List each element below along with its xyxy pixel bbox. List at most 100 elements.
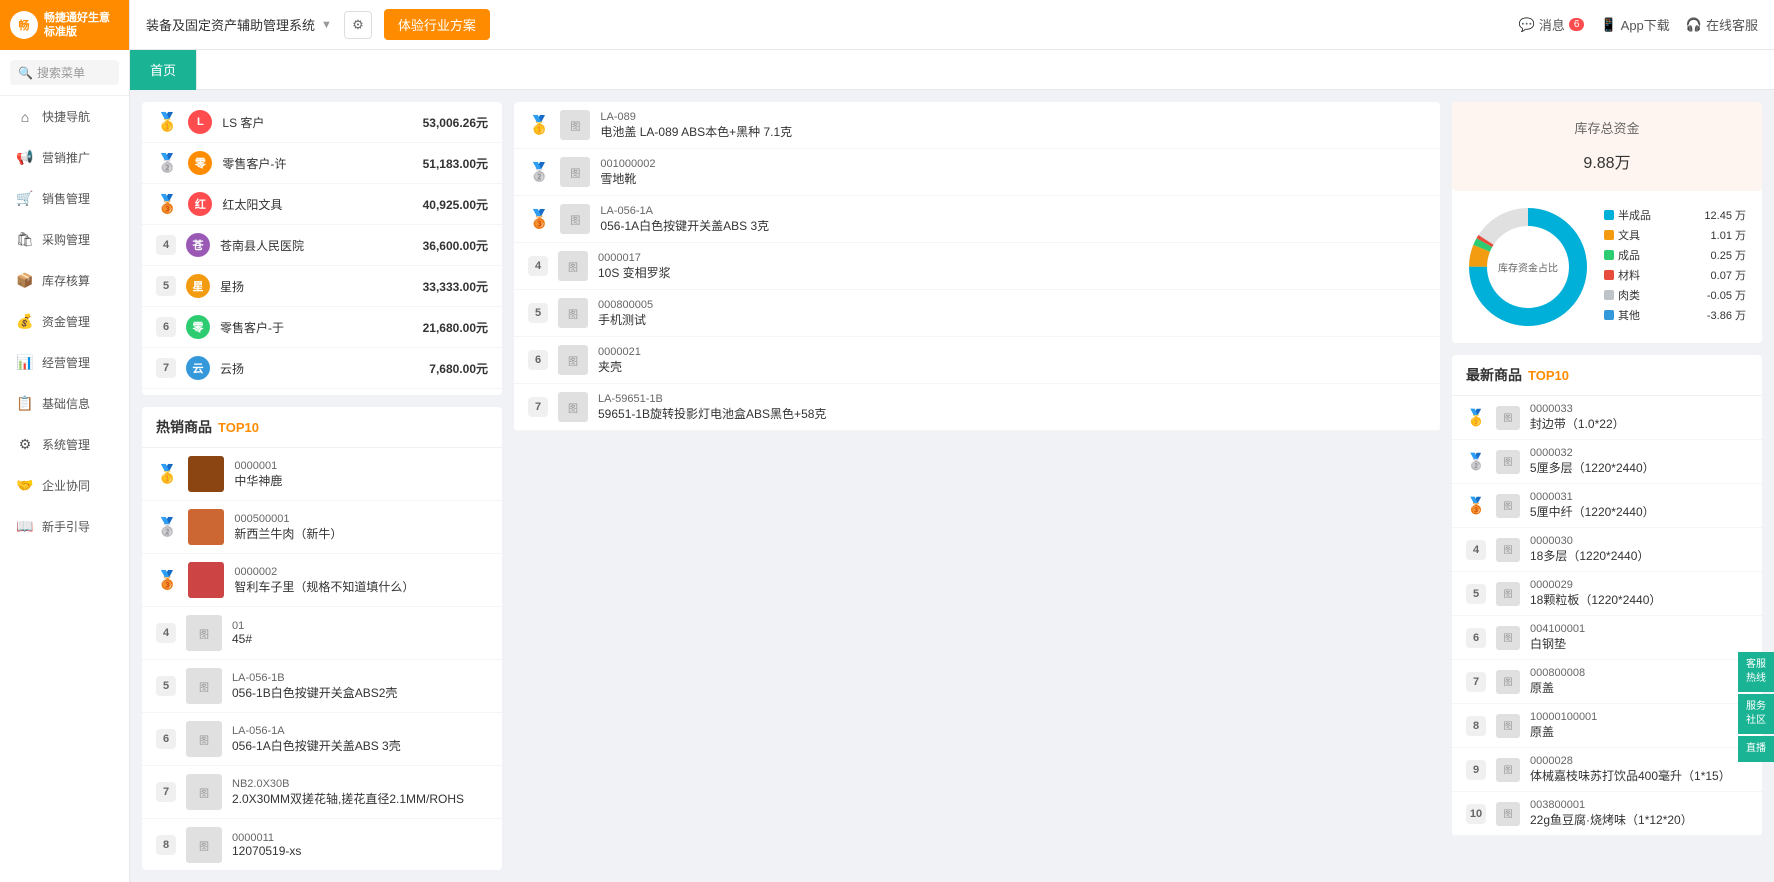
hot-products-title: 热销商品 TOP10	[156, 417, 259, 437]
product-code: 001000002	[600, 158, 1426, 170]
product-name: 夹壳	[598, 358, 1426, 375]
float-service-button[interactable]: 服务社区	[1738, 694, 1774, 734]
legend-left: 文具	[1604, 227, 1640, 243]
new-product-item: 4 图 0000030 18多层（1220*2440）	[1452, 528, 1762, 572]
hot-product-code: 0000001	[234, 460, 282, 472]
legend-label: 其他	[1618, 307, 1640, 323]
sidebar-item-operations[interactable]: 📊 经营管理	[0, 342, 129, 383]
nav-label-sales: 销售管理	[42, 190, 90, 207]
float-service-button[interactable]: 客服热线	[1738, 652, 1774, 692]
new-product-image: 图	[1496, 626, 1520, 650]
product-name: 电池盖 LA-089 ABS本色+黑种 7.1克	[600, 123, 1426, 140]
float-service-button[interactable]: 直播	[1738, 736, 1774, 762]
legend-label: 成品	[1618, 247, 1640, 263]
inventory-title: 库存总资金	[1468, 118, 1746, 137]
hot-product-item: 5 图 LA-056-1B 056-1B白色按键开关盒ABS2壳	[142, 660, 502, 713]
sidebar-item-inventory[interactable]: 📦 库存核算	[0, 260, 129, 301]
new-product-code: 0000032	[1530, 447, 1748, 459]
new-product-info: 0000028 体械嘉枝味苏打饮品400毫升（1*15）	[1530, 755, 1748, 784]
app-download-button[interactable]: 📱 App下载	[1600, 15, 1669, 34]
sidebar-item-marketing[interactable]: 📢 营销推广	[0, 137, 129, 178]
legend-item: 其他 -3.86 万	[1604, 307, 1746, 323]
rank-number: 4	[156, 623, 176, 643]
hot-product-info: 0000011 12070519-xs	[232, 832, 301, 858]
sidebar-item-guide[interactable]: 📖 新手引导	[0, 506, 129, 547]
new-products-header: 最新商品 TOP10	[1452, 355, 1762, 396]
legend-left: 半成品	[1604, 207, 1651, 223]
nav-icon-purchase: 🛍	[16, 231, 34, 248]
hot-products-card: 热销商品 TOP10 🥇 0000001 中华神鹿 🥈 000500001 新西…	[142, 407, 502, 870]
nav-label-operations: 经营管理	[42, 354, 90, 371]
experience-button[interactable]: 体验行业方案	[384, 9, 490, 40]
sidebar-item-finance[interactable]: 💰 资金管理	[0, 301, 129, 342]
nav-label-finance: 资金管理	[42, 313, 90, 330]
new-product-name: 原盖	[1530, 723, 1748, 740]
product-image: 图	[558, 298, 588, 328]
new-product-info: 004100001 白钢垫	[1530, 623, 1748, 652]
nav-icon-guide: 📖	[16, 518, 34, 535]
customer-avatar: 苍	[186, 233, 210, 257]
product-info: 000800005 手机测试	[598, 299, 1426, 328]
nav-icon-cooperation: 🤝	[16, 477, 34, 494]
hot-product-image: 图	[186, 774, 222, 810]
product-info: LA-089 电池盖 LA-089 ABS本色+黑种 7.1克	[600, 111, 1426, 140]
online-service-button[interactable]: 🎧 在线客服	[1686, 15, 1758, 34]
hot-product-name: 056-1B白色按键开关盒ABS2壳	[232, 684, 397, 701]
legend-left: 其他	[1604, 307, 1640, 323]
new-product-info: 000800008 原盖	[1530, 667, 1748, 696]
legend-value: -0.05 万	[1707, 287, 1746, 303]
new-product-code: 004100001	[1530, 623, 1748, 635]
message-button[interactable]: 💬 消息 6	[1519, 15, 1585, 34]
hot-product-info: 0000002 智利车子里（规格不知道填什么）	[234, 566, 414, 595]
hot-product-item: 8 图 0000011 12070519-xs	[142, 819, 502, 870]
new-product-code: 0000029	[1530, 579, 1748, 591]
legend-value: -3.86 万	[1707, 307, 1746, 323]
hot-product-item: 6 图 LA-056-1A 056-1A白色按键开关盖ABS 3壳	[142, 713, 502, 766]
hot-products-list: 🥇 0000001 中华神鹿 🥈 000500001 新西兰牛肉（新牛） 🥉 0…	[142, 448, 502, 870]
product-image: 图	[558, 345, 588, 375]
hot-product-image: 图	[186, 721, 222, 757]
product-rank-item: 7 图 LA-59651-1B 59651-1B旋转投影灯电池盒ABS黑色+58…	[514, 384, 1440, 431]
new-product-image: 图	[1496, 802, 1520, 826]
inventory-value: 9.88万	[1468, 143, 1746, 175]
system-name: 装备及固定资产辅助管理系统 ▼	[146, 15, 332, 34]
rank-number: 7	[156, 358, 176, 378]
sidebar-item-cooperation[interactable]: 🤝 企业协同	[0, 465, 129, 506]
settings-button[interactable]: ⚙	[344, 11, 372, 39]
customer-value: 21,680.00元	[423, 319, 488, 336]
new-product-info: 0000033 封边带（1.0*22）	[1530, 403, 1748, 432]
legend-value: 0.25 万	[1711, 247, 1746, 263]
nav-label-basic-info: 基础信息	[42, 395, 90, 412]
sidebar-item-purchase[interactable]: 🛍 采购管理	[0, 219, 129, 260]
nav-label-system: 系统管理	[42, 436, 90, 453]
product-rank-item: 4 图 0000017 10S 变相罗浆	[514, 243, 1440, 290]
product-image: 图	[558, 392, 588, 422]
hot-product-name: 2.0X30MM双搓花轴,搓花直径2.1MM/ROHS	[232, 790, 464, 807]
sidebar-item-quick-nav[interactable]: ⌂ 快捷导航	[0, 96, 129, 137]
sidebar-search[interactable]: 🔍 搜索菜单	[0, 50, 129, 96]
legend-label: 肉类	[1618, 287, 1640, 303]
legend-dot	[1604, 230, 1614, 240]
hot-product-info: 000500001 新西兰牛肉（新牛）	[234, 513, 342, 542]
new-product-code: 003800001	[1530, 799, 1748, 811]
sidebar-item-sales[interactable]: 🛒 销售管理	[0, 178, 129, 219]
legend-value: 1.01 万	[1711, 227, 1746, 243]
top-header: 装备及固定资产辅助管理系统 ▼ ⚙ 体验行业方案 💬 消息 6 📱 App下载 …	[130, 0, 1774, 50]
product-code: LA-056-1A	[600, 205, 1426, 217]
sidebar-item-system[interactable]: ⚙ 系统管理	[0, 424, 129, 465]
product-rank-item: 🥈 图 001000002 雪地靴	[514, 149, 1440, 196]
dropdown-icon: ▼	[321, 19, 332, 31]
sidebar-item-basic-info[interactable]: 📋 基础信息	[0, 383, 129, 424]
tab-home[interactable]: 首页	[130, 50, 197, 90]
new-product-name: 5厘多层（1220*2440）	[1530, 459, 1748, 476]
nav-label-marketing: 营销推广	[42, 149, 90, 166]
rank-number: 7	[1466, 672, 1486, 692]
new-product-item: 🥇 图 0000033 封边带（1.0*22）	[1452, 396, 1762, 440]
rank-number: 7	[156, 782, 176, 802]
hot-products-header: 热销商品 TOP10	[142, 407, 502, 448]
sidebar-nav: ⌂ 快捷导航📢 营销推广🛒 销售管理🛍 采购管理📦 库存核算💰 资金管理📊 经营…	[0, 96, 129, 547]
new-product-code: 0000030	[1530, 535, 1748, 547]
nav-icon-system: ⚙	[16, 436, 34, 453]
customer-rank-item: 7 云 云扬 7,680.00元	[142, 348, 502, 389]
customer-value: 7,680.00元	[429, 360, 488, 377]
